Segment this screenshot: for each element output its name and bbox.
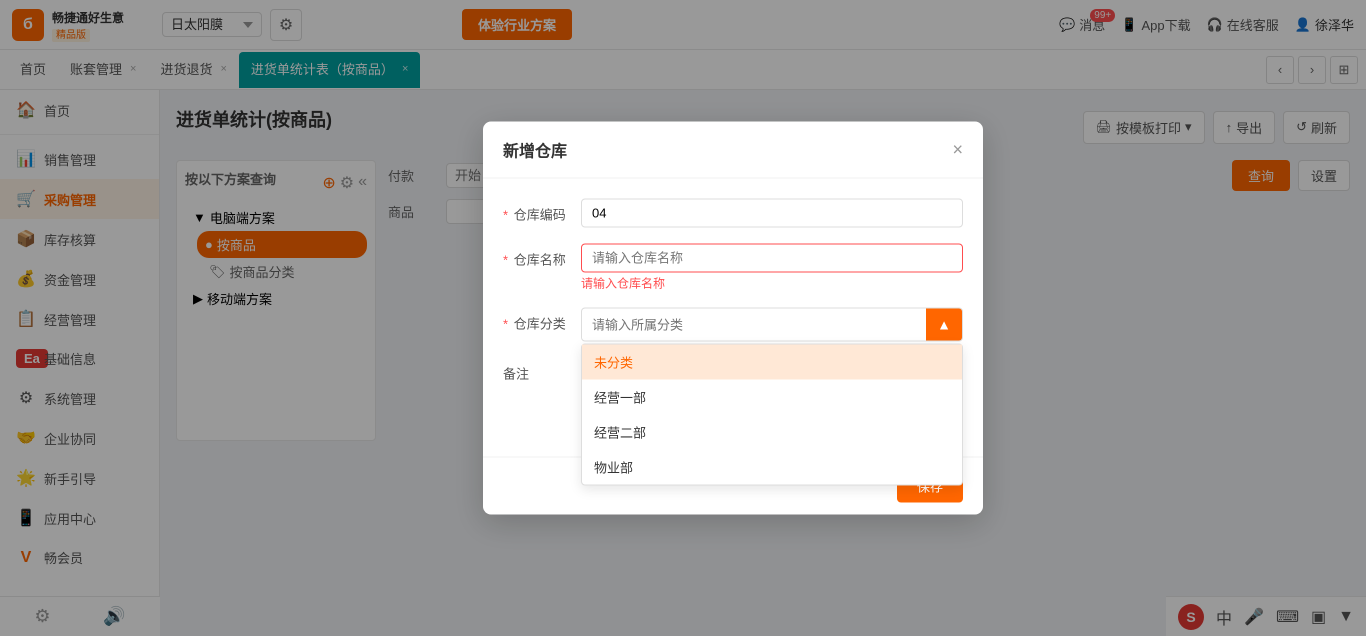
dropdown-item-1[interactable]: 经营一部	[582, 380, 962, 415]
category-input-row: ▲	[581, 308, 963, 342]
new-warehouse-modal: 新增仓库 × * 仓库编码 * 仓库名称 请输入仓库名称	[483, 122, 983, 515]
category-label: * 仓库分类	[503, 308, 573, 333]
form-row-name: * 仓库名称 请输入仓库名称	[503, 244, 963, 292]
name-label: * 仓库名称	[503, 244, 573, 269]
dropdown-item-2[interactable]: 经营二部	[582, 415, 962, 450]
category-wrapper: ▲ 未分类 经营一部 经营二部 物业部	[581, 308, 963, 342]
category-control: ▲ 未分类 经营一部 经营二部 物业部	[581, 308, 963, 342]
note-label: 备注	[503, 358, 573, 383]
dropdown-item-3[interactable]: 物业部	[582, 450, 962, 485]
code-control	[581, 199, 963, 228]
required-star-name: *	[503, 253, 508, 268]
category-toggle-btn[interactable]: ▲	[926, 309, 962, 341]
code-label: * 仓库编码	[503, 199, 573, 224]
required-star-cat: *	[503, 317, 508, 332]
name-error-msg: 请输入仓库名称	[581, 275, 963, 292]
modal-title: 新增仓库	[503, 138, 567, 162]
code-input[interactable]	[581, 199, 963, 228]
form-row-category: * 仓库分类 ▲ 未分类 经营一部 经营二部 物业部	[503, 308, 963, 342]
category-input[interactable]	[582, 311, 926, 338]
name-input[interactable]	[581, 244, 963, 273]
required-star-code: *	[503, 208, 508, 223]
modal-header: 新增仓库 ×	[483, 122, 983, 179]
modal-body: * 仓库编码 * 仓库名称 请输入仓库名称 * 仓库分类	[483, 179, 983, 457]
category-dropdown: 未分类 经营一部 经营二部 物业部	[581, 344, 963, 486]
dropdown-item-0[interactable]: 未分类	[582, 345, 962, 380]
form-row-code: * 仓库编码	[503, 199, 963, 228]
name-control: 请输入仓库名称	[581, 244, 963, 292]
modal-close-btn[interactable]: ×	[952, 141, 963, 159]
